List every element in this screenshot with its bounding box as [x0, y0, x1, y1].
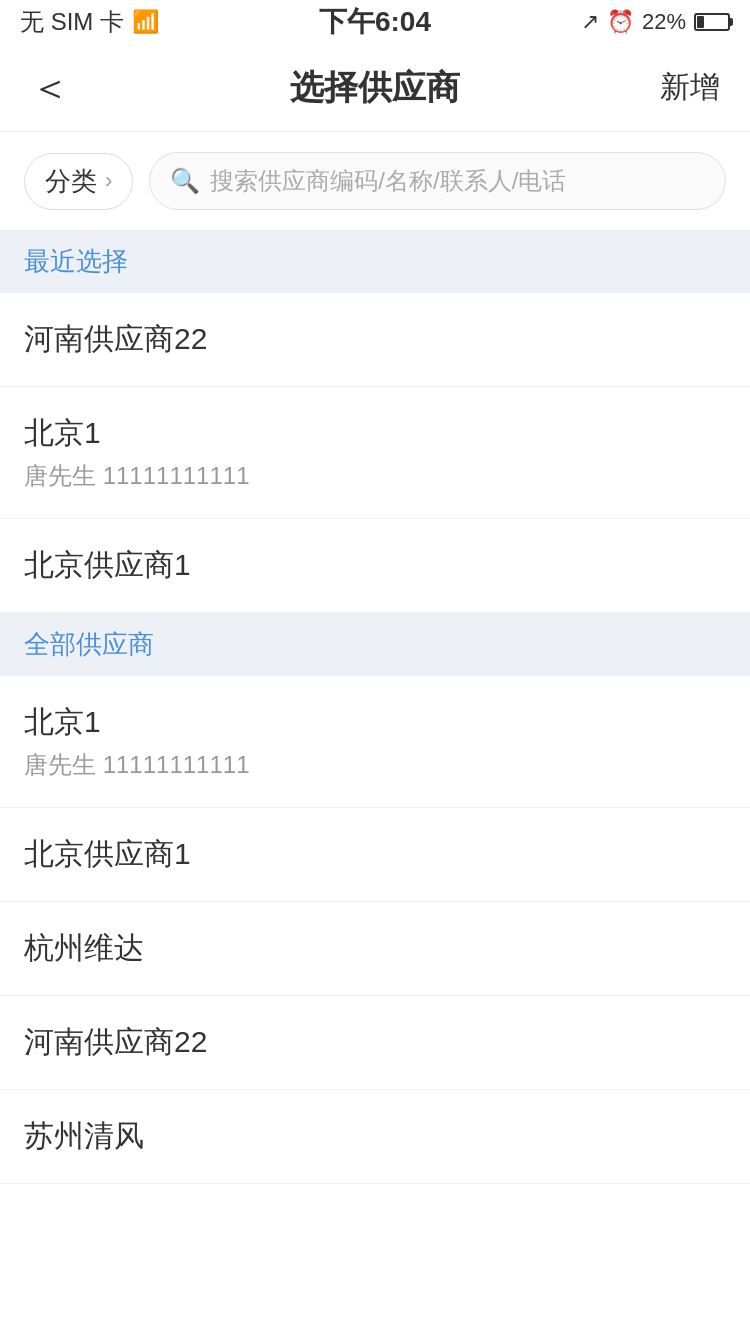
recent-section-header: 最近选择: [0, 230, 750, 293]
all-list: 北京1 唐先生 11111111111 北京供应商1 杭州维达河南供应商22 苏州清风: [0, 676, 750, 1184]
recent-section-title: 最近选择: [24, 246, 128, 276]
category-button[interactable]: 分类 ›: [24, 153, 133, 210]
battery-percent-text: 22%: [642, 9, 686, 35]
wifi-icon: 📶: [132, 9, 159, 35]
chevron-right-icon: ›: [105, 168, 112, 194]
list-item[interactable]: 杭州维达: [0, 902, 750, 996]
supplier-sub: 唐先生 11111111111: [24, 460, 726, 492]
status-right: ↗ ⏰ 22%: [581, 9, 730, 35]
list-item[interactable]: 北京1 唐先生 11111111111: [0, 387, 750, 519]
back-button[interactable]: ＜: [30, 60, 90, 115]
supplier-name: 河南供应商22: [24, 1022, 726, 1063]
supplier-name: 河南供应商22: [24, 319, 726, 360]
list-item[interactable]: 河南供应商22: [0, 293, 750, 387]
search-icon: 🔍: [170, 167, 200, 195]
supplier-name: 北京1: [24, 413, 726, 454]
battery-bar: [694, 13, 730, 31]
add-button[interactable]: 新增: [660, 67, 720, 108]
page-title: 选择供应商: [90, 65, 660, 111]
all-section-header: 全部供应商: [0, 613, 750, 676]
filter-row: 分类 › 🔍 搜索供应商编码/名称/联系人/电话: [0, 132, 750, 230]
all-section-title: 全部供应商: [24, 629, 154, 659]
search-placeholder-text: 搜索供应商编码/名称/联系人/电话: [210, 165, 566, 197]
back-icon: ＜: [30, 60, 70, 115]
recent-list: 河南供应商22 北京1 唐先生 11111111111 北京供应商1: [0, 293, 750, 613]
list-item[interactable]: 北京供应商1: [0, 808, 750, 902]
alarm-icon: ⏰: [607, 9, 634, 35]
list-item[interactable]: 北京供应商1: [0, 519, 750, 613]
list-item[interactable]: 北京1 唐先生 11111111111: [0, 676, 750, 808]
search-bar[interactable]: 🔍 搜索供应商编码/名称/联系人/电话: [149, 152, 726, 210]
supplier-name: 杭州维达: [24, 928, 726, 969]
supplier-sub: 唐先生 11111111111: [24, 749, 726, 781]
category-label: 分类: [45, 164, 97, 199]
supplier-name: 北京供应商1: [24, 834, 726, 875]
nav-bar: ＜ 选择供应商 新增: [0, 44, 750, 132]
status-time: 下午6:04: [319, 3, 431, 41]
supplier-name: 苏州清风: [24, 1116, 726, 1157]
supplier-name: 北京供应商1: [24, 545, 726, 586]
supplier-name: 北京1: [24, 702, 726, 743]
location-icon: ↗: [581, 9, 599, 35]
battery-fill: [697, 16, 704, 28]
status-left: 无 SIM 卡 📶: [20, 6, 159, 38]
status-bar: 无 SIM 卡 📶 下午6:04 ↗ ⏰ 22%: [0, 0, 750, 44]
no-sim-text: 无 SIM 卡: [20, 6, 124, 38]
list-item[interactable]: 河南供应商22: [0, 996, 750, 1090]
list-item[interactable]: 苏州清风: [0, 1090, 750, 1184]
